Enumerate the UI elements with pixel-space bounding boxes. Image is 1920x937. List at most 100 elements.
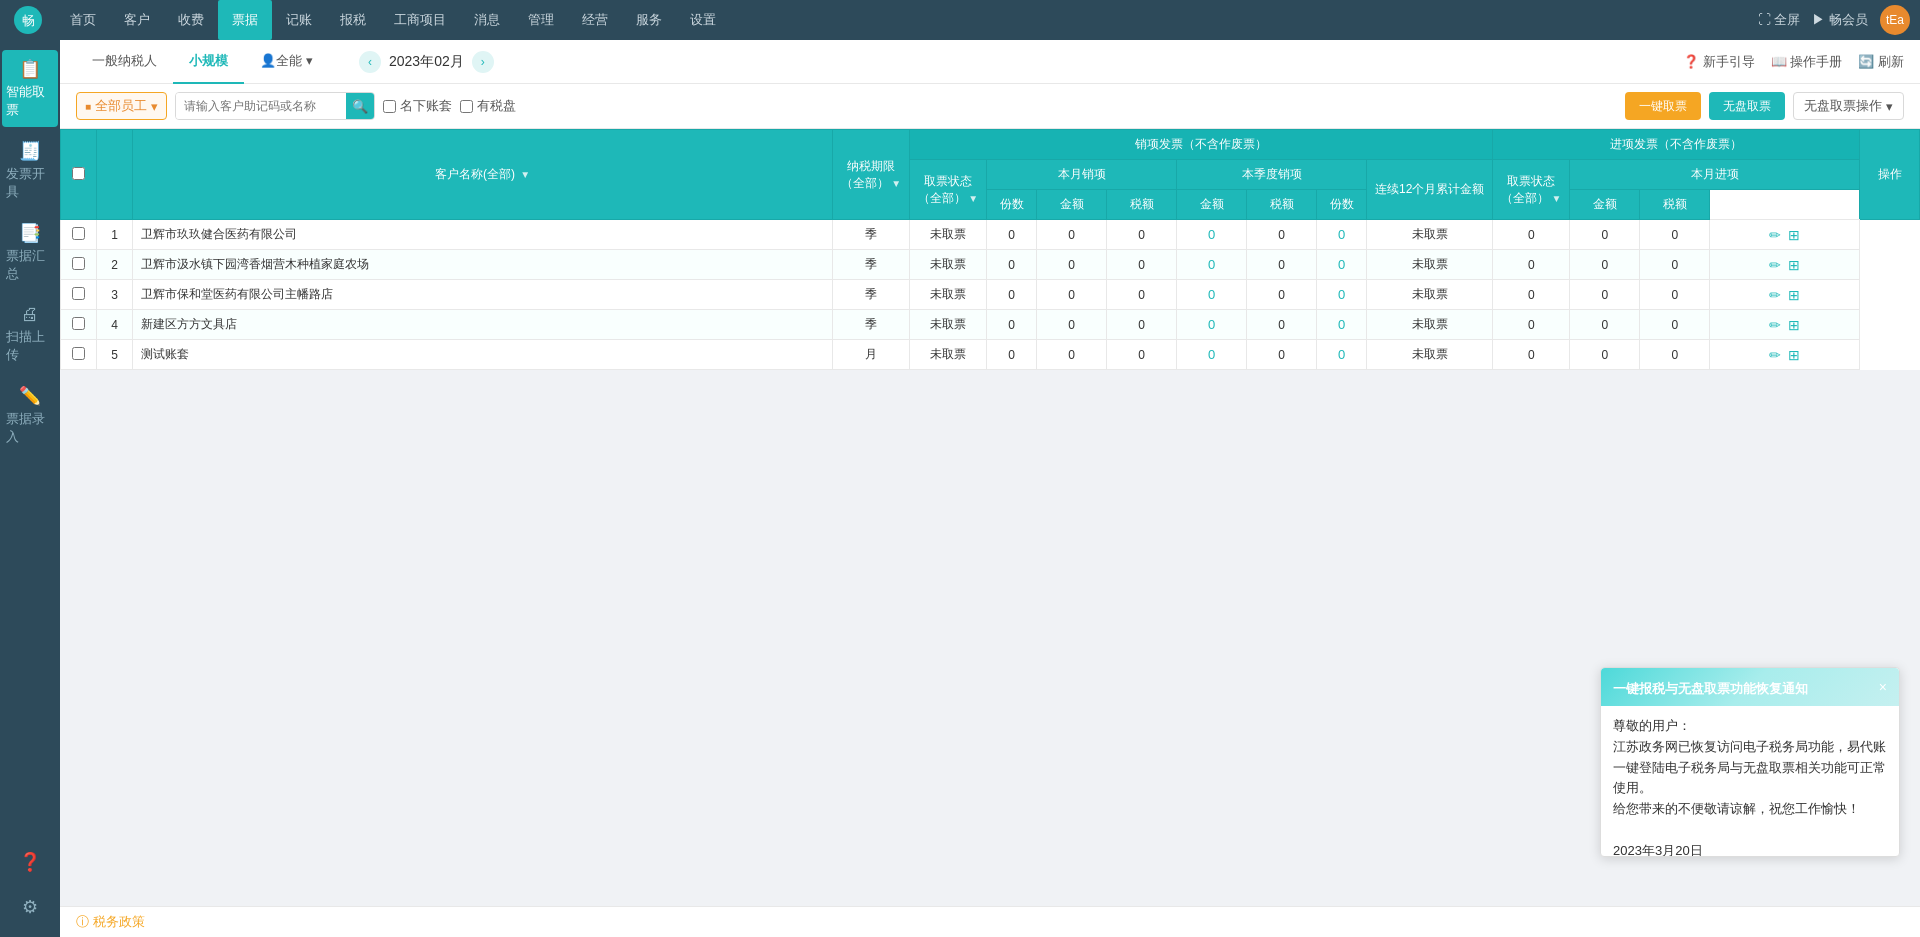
sidebar-item-smart-fetch[interactable]: 📋 智能取票 [2,50,58,127]
nav-settings[interactable]: 设置 [676,0,730,40]
one-click-fetch-btn[interactable]: 一键取票 [1625,92,1701,120]
row-check-input[interactable] [72,287,85,300]
row-accum-amount: 0 [1317,280,1367,310]
sidebar-help-btn[interactable]: ❓ [10,842,50,882]
row-check-input[interactable] [72,317,85,330]
row-quarter-amount-link[interactable]: 0 [1208,347,1215,362]
tab-general-taxpayer[interactable]: 一般纳税人 [76,40,173,84]
sidebar-item-invoice-open[interactable]: 🧾 发票开具 [2,132,58,209]
row-edit-icon[interactable]: ✏ [1769,257,1781,273]
sidebar-item-entry[interactable]: ✏️ 票据录入 [2,377,58,454]
row-edit-icon[interactable]: ✏ [1769,347,1781,363]
th-sales-status[interactable]: 取票状态（全部）▼ [910,160,987,220]
row-purchase-amount: 0 [1570,280,1640,310]
tab-all[interactable]: 👤 全能 ▾ [244,40,329,84]
row-view-icon[interactable]: ⊞ [1788,287,1800,303]
sidebar-item-scan[interactable]: 🖨 扫描上传 [2,296,58,372]
checkbox-sub-account-input[interactable] [383,100,396,113]
checkbox-has-taxdisk[interactable]: 有税盘 [460,97,516,115]
row-purchase-tax: 0 [1640,220,1710,250]
prev-month-btn[interactable]: ‹ [359,51,381,73]
row-check-input[interactable] [72,347,85,360]
row-checkbox[interactable] [61,310,97,340]
row-edit-icon[interactable]: ✏ [1769,227,1781,243]
nav-customer[interactable]: 客户 [110,0,164,40]
row-checkbox[interactable] [61,280,97,310]
no-disk-fetch-btn[interactable]: 无盘取票 [1709,92,1785,120]
nav-operation[interactable]: 经营 [568,0,622,40]
row-sales-status: 未取票 [910,280,987,310]
row-num: 2 [97,250,133,280]
tab-small-scale[interactable]: 小规模 [173,40,244,84]
nav-business[interactable]: 工商项目 [380,0,460,40]
fullscreen-btn[interactable]: ⛶ 全屏 [1758,11,1801,29]
manual-btn[interactable]: 📖 操作手册 [1771,53,1843,71]
row-sales-tax: 0 [1107,220,1177,250]
row-checkbox[interactable] [61,250,97,280]
refresh-btn[interactable]: 🔄 刷新 [1858,53,1904,71]
main-table: 客户名称(全部) ▼ 纳税期限（全部）▼ 销项发票（不含作废票） 进项发票（不含… [60,129,1920,370]
row-purchase-count: 0 [1493,310,1570,340]
row-quarter-amount-link[interactable]: 0 [1208,257,1215,272]
sidebar-bottom: ❓ ⚙ [2,842,58,937]
nav-message[interactable]: 消息 [460,0,514,40]
nav-home[interactable]: 首页 [56,0,110,40]
scan-icon: 🖨 [21,304,39,325]
row-accum-link[interactable]: 0 [1338,317,1345,332]
row-edit-icon[interactable]: ✏ [1769,287,1781,303]
th-client-name[interactable]: 客户名称(全部) ▼ [133,130,833,220]
nav-bookkeeping[interactable]: 记账 [272,0,326,40]
th-period[interactable]: 纳税期限（全部）▼ [833,130,910,220]
row-num: 4 [97,310,133,340]
search-input[interactable] [176,93,346,119]
row-quarter-amount-link[interactable]: 0 [1208,227,1215,242]
sidebar-item-label: 智能取票 [6,83,54,119]
row-actions: ✏ ⊞ [1710,250,1860,280]
th-purchase-group: 进项发票（不含作废票） [1493,130,1860,160]
row-checkbox[interactable] [61,340,97,370]
sidebar-item-label: 发票开具 [6,165,54,201]
row-view-icon[interactable]: ⊞ [1788,257,1800,273]
row-accum-link[interactable]: 0 [1338,287,1345,302]
th-purchase-status[interactable]: 取票状态（全部）▼ [1493,160,1570,220]
new-user-guide-btn[interactable]: ❓ 新手引导 [1683,53,1755,71]
row-quarter-amount-link[interactable]: 0 [1208,317,1215,332]
no-disk-ops-btn[interactable]: 无盘取票操作 ▾ [1793,92,1904,120]
nav-billing[interactable]: 收费 [164,0,218,40]
row-quarter-amount-link[interactable]: 0 [1208,287,1215,302]
row-quarter-tax: 0 [1247,310,1317,340]
row-actions: ✏ ⊞ [1710,280,1860,310]
row-view-icon[interactable]: ⊞ [1788,347,1800,363]
employee-select[interactable]: ■ 全部员工 ▾ [76,92,167,120]
row-view-icon[interactable]: ⊞ [1788,317,1800,333]
member-btn[interactable]: ▶ 畅会员 [1812,11,1868,29]
row-accum-link[interactable]: 0 [1338,227,1345,242]
next-month-btn[interactable]: › [472,51,494,73]
no-disk-ops-label: 无盘取票操作 [1804,97,1882,115]
th-checkbox [61,130,97,220]
th-quarterly-sales: 本季度销项 [1177,160,1367,190]
avatar[interactable]: tEa [1880,5,1910,35]
checkbox-sub-account[interactable]: 名下账套 [383,97,452,115]
nav-manage[interactable]: 管理 [514,0,568,40]
row-check-input[interactable] [72,257,85,270]
search-button[interactable]: 🔍 [346,92,374,120]
nav-tax[interactable]: 报税 [326,0,380,40]
row-quarter-amount: 0 [1177,310,1247,340]
select-all-checkbox[interactable] [72,167,85,180]
row-accum-link[interactable]: 0 [1338,257,1345,272]
row-sales-tax: 0 [1107,280,1177,310]
tax-policy-link[interactable]: 税务政策 [93,913,145,931]
row-view-icon[interactable]: ⊞ [1788,227,1800,243]
sidebar-settings-btn[interactable]: ⚙ [10,887,50,927]
notification-close-btn[interactable]: × [1879,680,1887,694]
row-accum-link[interactable]: 0 [1338,347,1345,362]
row-sales-count: 0 [987,310,1037,340]
checkbox-has-taxdisk-input[interactable] [460,100,473,113]
nav-invoice[interactable]: 票据 [218,0,272,40]
row-check-input[interactable] [72,227,85,240]
sidebar-item-summary[interactable]: 📑 票据汇总 [2,214,58,291]
row-checkbox[interactable] [61,220,97,250]
row-edit-icon[interactable]: ✏ [1769,317,1781,333]
nav-service[interactable]: 服务 [622,0,676,40]
